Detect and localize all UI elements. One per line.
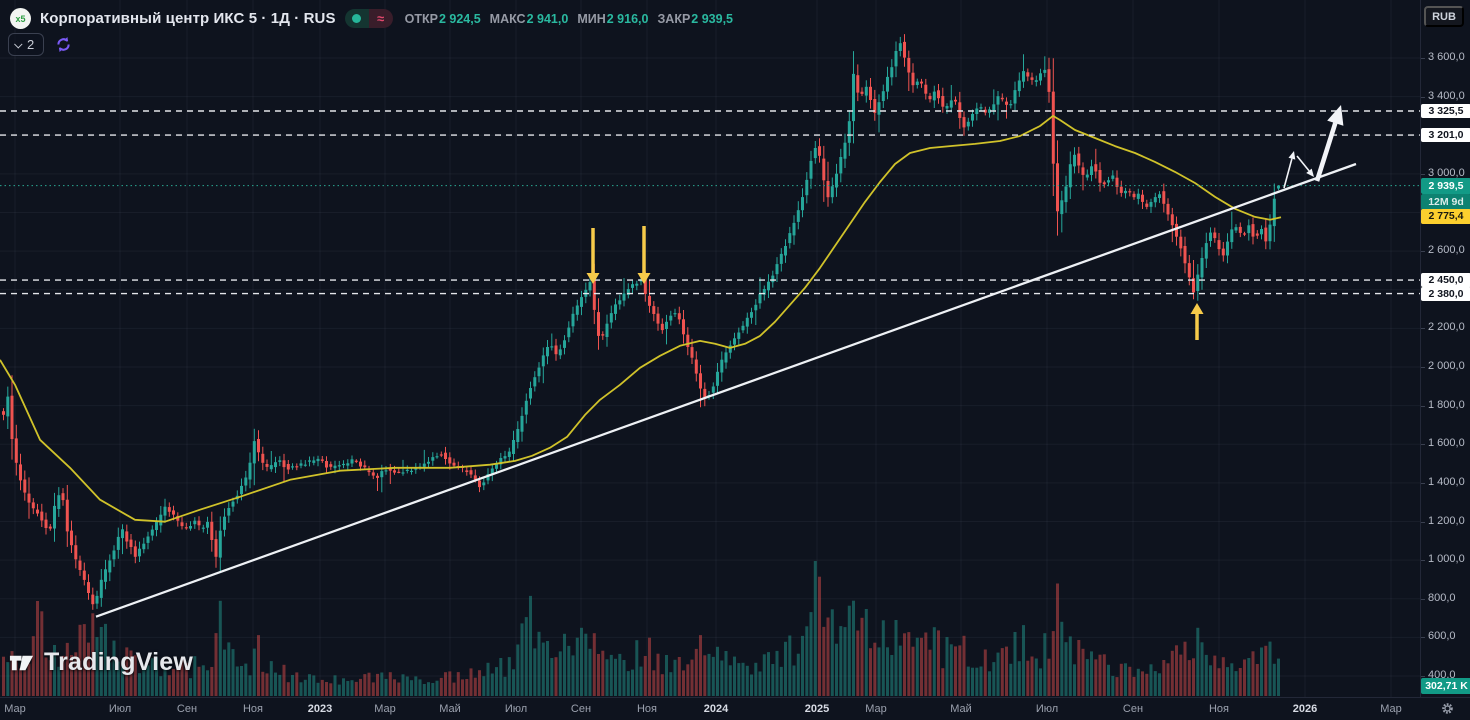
bar-close-countdown-badge: 12M 9d [1421,193,1470,210]
price-tick-mark [1421,328,1425,330]
time-label-month: Май [439,703,461,715]
price-tick-mark [1421,58,1425,59]
ohlc-label: МАКС [489,11,526,26]
ohlc-value: 2 916,0 [606,11,649,26]
ohlc-value: 2 941,0 [526,11,569,26]
sync-icon [57,37,70,52]
level-price-badge: 2 380,0 [1421,286,1470,301]
time-label-month: Сен [570,703,592,715]
chevron-down-icon [14,39,23,49]
time-label-month: Мар [1380,703,1402,715]
price-tick-mark [1421,560,1425,562]
symbol-legend: x5 Корпоративный центр ИКС 5 · 1Д · RUS … [10,8,733,29]
price-tick-label: 1 400,0 [1428,475,1465,488]
time-label-month: Сен [176,703,198,715]
price-tick-label: 3 600,0 [1428,51,1465,63]
price-tick-label: 3 400,0 [1428,89,1465,102]
level-price-badge: 2 450,0 [1421,273,1470,288]
ohlc-pair: МИН 2 916,0 [577,12,648,26]
price-tick-mark [1421,405,1425,407]
indicator-count: 2 [27,37,35,52]
price-tick-mark [1421,676,1425,677]
time-label-month: Ноя [1208,703,1230,715]
tradingview-logo-icon [9,655,34,671]
time-label-month: Мар [865,703,887,715]
grid [0,0,1420,697]
currency-button[interactable]: RUB [1424,6,1464,27]
ohlc-value: 2 924,5 [438,11,481,26]
candles [2,34,1280,610]
price-tick-mark [1421,251,1425,253]
price-tick-label: 1 000,0 [1428,553,1465,566]
price-tick-label: 1 200,0 [1428,514,1465,527]
market-status-toggle[interactable]: ≈ [344,9,393,28]
time-label-month: Мар [374,703,396,715]
price-tick-mark [1421,598,1425,600]
sync-drawings-button[interactable] [55,36,72,53]
ma-value-badge: 2 775,4 [1421,209,1470,225]
symbol-logo: x5 [10,8,31,29]
tradingview-watermark: TradingView [8,648,193,677]
tradingview-logo-text: TradingView [44,648,194,676]
price-tick-mark [1421,173,1425,175]
price-tick-mark [1421,96,1425,98]
price-tick-label: 800,0 [1428,591,1456,604]
legend-toolbar: 2 [8,33,72,56]
time-label-year: 2023 [307,703,333,715]
price-tick-mark [1421,367,1425,368]
time-label-month: Май [950,703,972,715]
price-tick-mark [1421,637,1425,639]
price-tick-label: 2 000,0 [1428,360,1465,372]
time-label-month: Июл [504,703,528,715]
price-tick-mark [1421,521,1425,523]
symbol-title[interactable]: Корпоративный центр ИКС 5 · 1Д · RUS [40,10,336,27]
tradingview-chart-window: x5 Корпоративный центр ИКС 5 · 1Д · RUS … [0,0,1470,720]
ohlc-pair: ЗАКР 2 939,5 [657,12,733,26]
ohlc-pair: МАКС 2 941,0 [490,12,569,26]
price-tick-mark [1421,444,1425,446]
price-tick-label: 2 600,0 [1428,244,1465,257]
time-label-month: Сен [1122,703,1144,715]
volume-value-badge: 302,71 K [1421,678,1470,694]
level-price-badge: 3 325,5 [1421,104,1470,118]
object-tree-button[interactable]: 2 [8,33,45,56]
horizontal-level-lines[interactable] [0,110,1420,295]
moving-average-line[interactable] [0,115,1282,523]
ohlc-value: 2 939,5 [691,11,734,26]
time-label-year: 2026 [1292,703,1318,715]
level-price-badge: 3 201,0 [1421,128,1470,143]
time-label-month: Мар [4,703,26,715]
axis-settings-gear-icon[interactable] [1441,702,1454,720]
ohlc-label: МИН [577,11,606,26]
time-label-month: Июл [1035,703,1059,715]
price-tick-label: 600,0 [1428,630,1456,643]
approx-price-icon: ≈ [368,9,393,28]
price-tick-label: 1 800,0 [1428,398,1465,411]
time-label-year: 2024 [703,703,729,715]
ohlc-label: ЗАКР [657,11,691,26]
time-label-month: Ноя [242,703,264,715]
time-label-month: Июл [108,703,132,715]
time-label-year: 2025 [804,703,830,715]
trendline-drawing[interactable] [95,162,1357,618]
price-chart[interactable] [0,0,1420,697]
ohlc-values: ОТКР 2 924,5 МАКС 2 941,0 МИН 2 916,0 ЗАКР 2 93… [405,12,733,26]
current-price-badge: 2 939,5 [1421,177,1470,194]
symbol-logo-text: x5 [15,13,26,24]
price-axis[interactable]: 3 600,0 3 400,0 3 000,0 2 600,0 2 200,0 2 000… [1420,0,1470,697]
price-tick-label: 2 200,0 [1428,321,1465,334]
price-tick-mark [1421,482,1425,484]
ohlc-label: ОТКР [404,11,438,26]
market-open-dot-icon [344,9,369,28]
time-label-month: Ноя [636,703,658,715]
ohlc-pair: ОТКР 2 924,5 [405,12,481,26]
time-axis[interactable]: Мар Июл Сен Ноя 2023 Мар Май Июл Сен Ноя 2024 2025 М… [0,697,1470,720]
price-tick-label: 1 600,0 [1428,437,1465,450]
white-arrow-drawings[interactable] [1283,105,1344,189]
